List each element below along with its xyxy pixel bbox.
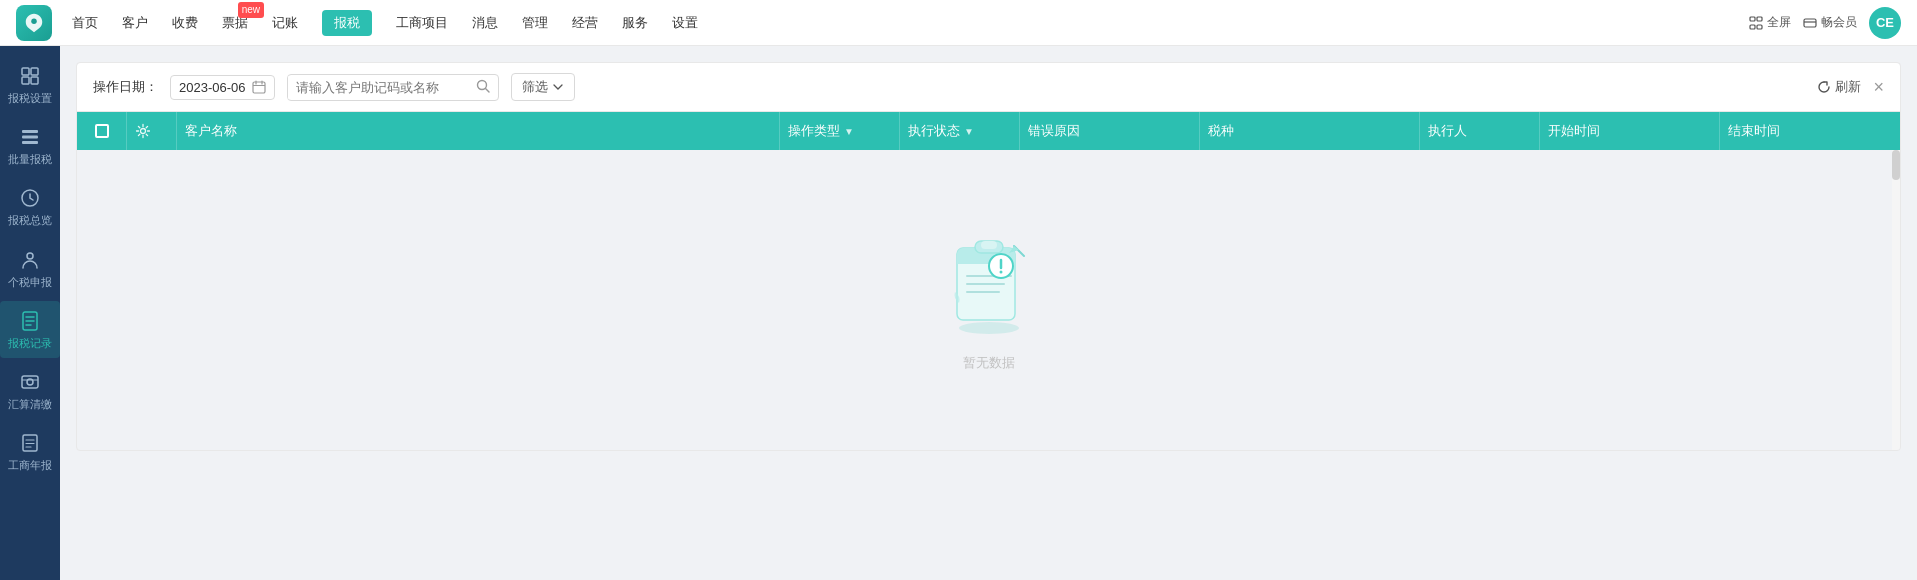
nav-bookkeeping[interactable]: 记账 — [272, 10, 298, 36]
th-client-name: 客户名称 — [177, 112, 780, 150]
sidebar-item-tax-settings[interactable]: 报税设置 — [0, 56, 60, 113]
scroll-thumb[interactable] — [1892, 150, 1900, 180]
svg-rect-2 — [1757, 17, 1762, 21]
nav-settings[interactable]: 设置 — [672, 10, 698, 36]
svg-rect-27 — [253, 82, 265, 93]
sidebar: 报税设置 批量报税 报税总览 — [0, 46, 60, 580]
refresh-button[interactable]: 刷新 — [1817, 78, 1861, 96]
calendar-icon — [252, 80, 266, 94]
search-box — [287, 74, 499, 101]
search-button[interactable] — [468, 75, 498, 100]
th-exec-status[interactable]: 执行状态 ▼ — [900, 112, 1020, 150]
search-icon — [476, 79, 490, 93]
svg-rect-13 — [22, 141, 38, 144]
filter-bar: 操作日期： 2023-06-06 — [77, 63, 1900, 112]
svg-rect-20 — [22, 376, 38, 388]
annual-report-icon — [18, 431, 42, 455]
member-button[interactable]: 畅会员 — [1803, 14, 1857, 31]
main-layout: 报税设置 批量报税 报税总览 — [0, 46, 1917, 580]
svg-point-34 — [959, 322, 1019, 334]
empty-text: 暂无数据 — [963, 354, 1015, 372]
nav-home[interactable]: 首页 — [72, 10, 98, 36]
tax-record-icon — [18, 309, 42, 333]
svg-rect-12 — [22, 136, 38, 139]
nav-client[interactable]: 客户 — [122, 10, 148, 36]
top-nav-right: 全屏 畅会员 CE — [1749, 7, 1901, 39]
personal-tax-icon — [18, 248, 42, 272]
tax-settings-icon — [18, 64, 42, 88]
scrollbar[interactable] — [1892, 150, 1900, 450]
tax-summary-icon — [18, 186, 42, 210]
nav-items: 首页 客户 收费 票据 new 记账 报税 工商项目 消息 管理 经营 服务 设… — [72, 10, 1749, 36]
nav-business[interactable]: 工商项目 — [396, 10, 448, 36]
th-error-reason: 错误原因 — [1020, 112, 1200, 150]
empty-state: 暂无数据 — [77, 150, 1900, 450]
th-executor: 执行人 — [1420, 112, 1540, 150]
svg-rect-3 — [1750, 25, 1755, 29]
svg-rect-8 — [31, 68, 38, 75]
refresh-label: 刷新 — [1835, 78, 1861, 96]
svg-rect-7 — [22, 68, 29, 75]
svg-line-32 — [485, 88, 489, 92]
app-logo[interactable] — [16, 5, 52, 41]
batch-tax-icon — [18, 125, 42, 149]
search-input[interactable] — [288, 76, 468, 99]
empty-illustration — [939, 228, 1039, 338]
nav-invoice[interactable]: 票据 new — [222, 10, 248, 36]
sidebar-item-settlement[interactable]: 汇算清缴 — [0, 362, 60, 419]
svg-rect-11 — [22, 130, 38, 133]
th-end-time: 结束时间 — [1720, 112, 1900, 150]
user-avatar[interactable]: CE — [1869, 7, 1901, 39]
op-type-sort-icon: ▼ — [844, 126, 854, 137]
main-card: 操作日期： 2023-06-06 — [76, 62, 1901, 451]
table-header: 客户名称 操作类型 ▼ 执行状态 ▼ 错误原因 税种 执行人 — [77, 112, 1900, 150]
sidebar-item-tax-record[interactable]: 报税记录 — [0, 301, 60, 358]
nav-operation[interactable]: 经营 — [572, 10, 598, 36]
svg-point-45 — [999, 271, 1002, 274]
date-label: 操作日期： — [93, 78, 158, 96]
nav-service[interactable]: 服务 — [622, 10, 648, 36]
content-area: 操作日期： 2023-06-06 — [60, 46, 1917, 580]
exec-status-sort-icon: ▼ — [964, 126, 974, 137]
table-settings-icon[interactable] — [135, 123, 151, 139]
svg-rect-4 — [1757, 25, 1762, 29]
sidebar-item-batch-tax[interactable]: 批量报税 — [0, 117, 60, 174]
nav-tax[interactable]: 报税 — [322, 10, 372, 36]
svg-rect-1 — [1750, 17, 1755, 21]
table-body: 暂无数据 — [77, 150, 1900, 450]
th-start-time: 开始时间 — [1540, 112, 1720, 150]
svg-point-15 — [27, 253, 33, 259]
th-tax-type: 税种 — [1200, 112, 1420, 150]
close-button[interactable]: × — [1873, 78, 1884, 96]
svg-point-33 — [141, 129, 146, 134]
sidebar-item-annual-report[interactable]: 工商年报 — [0, 423, 60, 480]
right-actions: 刷新 × — [1817, 78, 1884, 96]
sidebar-item-tax-summary[interactable]: 报税总览 — [0, 178, 60, 235]
svg-rect-39 — [981, 241, 997, 249]
top-navigation: 首页 客户 收费 票据 new 记账 报税 工商项目 消息 管理 经营 服务 设… — [0, 0, 1917, 46]
svg-rect-9 — [22, 77, 29, 84]
th-settings — [127, 112, 177, 150]
date-value: 2023-06-06 — [179, 80, 246, 95]
th-op-type[interactable]: 操作类型 ▼ — [780, 112, 900, 150]
date-picker[interactable]: 2023-06-06 — [170, 75, 275, 100]
nav-message[interactable]: 消息 — [472, 10, 498, 36]
nav-billing[interactable]: 收费 — [172, 10, 198, 36]
chevron-down-icon — [552, 81, 564, 93]
new-badge: new — [238, 2, 264, 18]
nav-manage[interactable]: 管理 — [522, 10, 548, 36]
svg-point-0 — [31, 18, 37, 24]
th-checkbox — [77, 112, 127, 150]
fullscreen-button[interactable]: 全屏 — [1749, 14, 1791, 31]
settlement-icon — [18, 370, 42, 394]
filter-button[interactable]: 筛选 — [511, 73, 575, 101]
select-all-checkbox[interactable] — [95, 124, 109, 138]
sidebar-item-personal-tax[interactable]: 个税申报 — [0, 240, 60, 297]
refresh-icon — [1817, 80, 1831, 94]
svg-rect-10 — [31, 77, 38, 84]
svg-rect-5 — [1804, 19, 1816, 27]
